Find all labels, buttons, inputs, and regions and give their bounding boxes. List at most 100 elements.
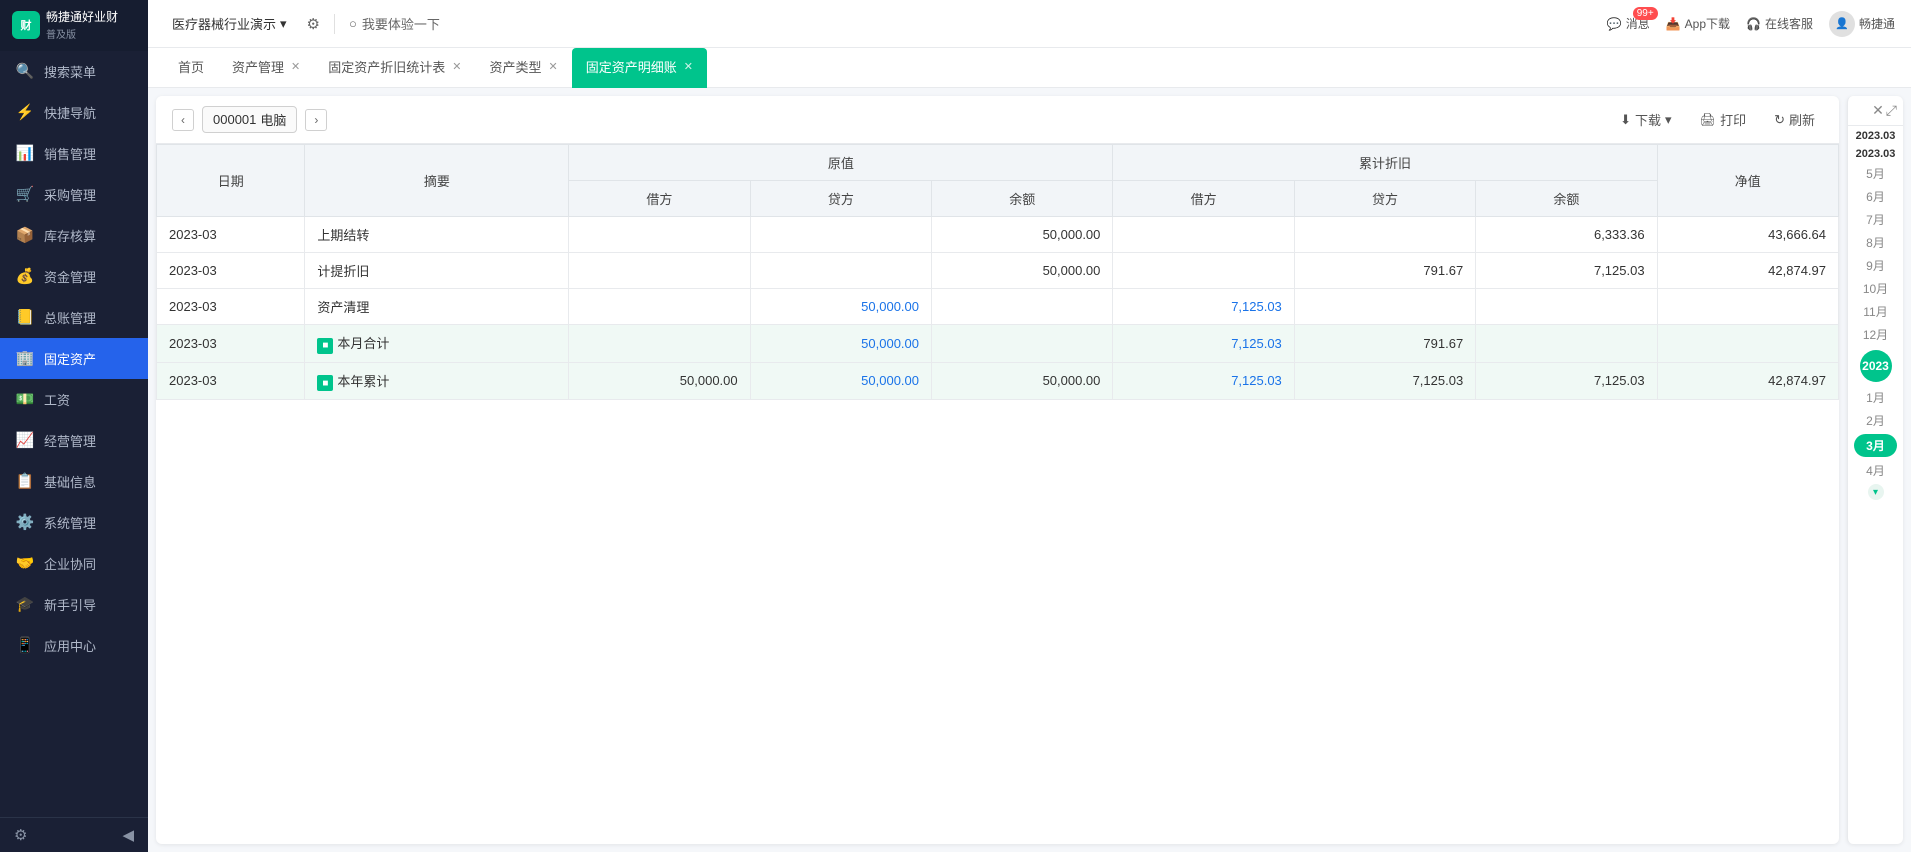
download-button[interactable]: ⬇ 下载 ▾ xyxy=(1612,106,1679,133)
table-container: 日期 摘要 原值 累计折旧 净值 借方 贷方 余额 借方 贷方 余额 xyxy=(156,144,1839,844)
sidebar-label-fixed: 固定资产 xyxy=(44,349,96,368)
cell-date: 2023-03 xyxy=(157,325,305,363)
cell-summary: ■本月合计 xyxy=(305,325,569,363)
settings-gear-icon[interactable]: ⚙ xyxy=(307,15,320,33)
next-asset-button[interactable]: › xyxy=(305,109,327,131)
tab-label-asset-detail: 固定资产明细账 xyxy=(586,57,677,76)
timeline-month-12月[interactable]: 12月 xyxy=(1848,323,1903,346)
print-button[interactable]: 🖨 打印 xyxy=(1692,106,1755,133)
capital-icon: 💰 xyxy=(16,267,34,285)
timeline-month-5月[interactable]: 5月 xyxy=(1848,162,1903,185)
sidebar-item-capital[interactable]: 💰 资金管理 xyxy=(0,256,148,297)
timeline-month-6月[interactable]: 6月 xyxy=(1848,185,1903,208)
cell-net: 42,874.97 xyxy=(1657,362,1838,400)
timeline-month-10月[interactable]: 10月 xyxy=(1848,277,1903,300)
col-balance1-header: 余额 xyxy=(932,181,1113,217)
timeline-month-after-3月[interactable]: 3月 xyxy=(1854,434,1897,457)
cell-debit2: 7,125.03 xyxy=(1113,289,1294,325)
user-profile[interactable]: 👤 畅捷通 xyxy=(1829,11,1895,37)
col-date-header: 日期 xyxy=(157,145,305,217)
download-label: 下载 xyxy=(1635,110,1661,129)
cell-credit2: 791.67 xyxy=(1294,325,1475,363)
table-row: 2023-03 上期结转 50,000.00 6,333.36 43,666.6… xyxy=(157,217,1839,253)
message-badge: 99+ xyxy=(1633,7,1658,20)
company-selector[interactable]: 医疗器械行业演示 ▾ xyxy=(164,10,295,37)
experience-button[interactable]: ○ 我要体验一下 xyxy=(349,14,440,33)
sidebar-label-search: 搜索菜单 xyxy=(44,62,96,81)
sidebar-item-inventory[interactable]: 📦 库存核算 xyxy=(0,215,148,256)
sidebar-item-purchase[interactable]: 🛒 采购管理 xyxy=(0,174,148,215)
sidebar-item-basic[interactable]: 📋 基础信息 xyxy=(0,461,148,502)
sidebar-nav: 🔍 搜索菜单 ⚡ 快捷导航 📊 销售管理 🛒 采购管理 📦 库存核算 💰 资金管… xyxy=(0,51,148,817)
sidebar-label-guide: 新手引导 xyxy=(44,595,96,614)
table-row: 2023-03 资产清理 50,000.00 7,125.03 xyxy=(157,289,1839,325)
timeline-month-11月[interactable]: 11月 xyxy=(1848,300,1903,323)
sidebar-item-apps[interactable]: 📱 应用中心 xyxy=(0,625,148,666)
timeline-month-after-2月[interactable]: 2月 xyxy=(1848,409,1903,432)
cell-balance1 xyxy=(932,325,1113,363)
sidebar-item-nav[interactable]: ⚡ 快捷导航 xyxy=(0,92,148,133)
search-icon: 🔍 xyxy=(16,62,34,80)
col-summary-header: 摘要 xyxy=(305,145,569,217)
message-button[interactable]: 💬 消息 99+ xyxy=(1607,15,1650,32)
topbar: 医疗器械行业演示 ▾ ⚙ ○ 我要体验一下 💬 消息 99+ 📥 App下载 🎧… xyxy=(148,0,1911,48)
inventory-icon: 📦 xyxy=(16,226,34,244)
cell-debit2: 7,125.03 xyxy=(1113,325,1294,363)
tab-close-asset-detail[interactable]: ✕ xyxy=(684,60,693,73)
sidebar-item-search[interactable]: 🔍 搜索菜单 xyxy=(0,51,148,92)
collab-icon: 🤝 xyxy=(16,554,34,572)
cell-balance1: 50,000.00 xyxy=(932,217,1113,253)
settings-icon[interactable]: ⚙ xyxy=(14,826,27,844)
salary-icon: 💵 xyxy=(16,390,34,408)
cell-credit1 xyxy=(750,217,931,253)
timeline-month-7月[interactable]: 7月 xyxy=(1848,208,1903,231)
cell-debit1: 50,000.00 xyxy=(569,362,750,400)
cell-credit1 xyxy=(750,253,931,289)
sidebar-label-purchase: 采购管理 xyxy=(44,185,96,204)
prev-asset-button[interactable]: ‹ xyxy=(172,109,194,131)
cell-date: 2023-03 xyxy=(157,217,305,253)
sidebar-item-fixed[interactable]: 🏢 固定资产 xyxy=(0,338,148,379)
tab-depreciation-stat[interactable]: 固定资产折旧统计表✕ xyxy=(314,48,475,88)
timeline-month-after-4月[interactable]: 4月 xyxy=(1848,459,1903,482)
tab-close-depreciation-stat[interactable]: ✕ xyxy=(452,60,461,73)
tab-asset-type[interactable]: 资产类型✕ xyxy=(475,48,571,88)
cell-date: 2023-03 xyxy=(157,289,305,325)
collapse-icon[interactable]: ◀ xyxy=(122,826,134,844)
close-panel-icon[interactable]: ✕ xyxy=(1872,102,1884,119)
cell-balance2 xyxy=(1476,289,1657,325)
sidebar-item-guide[interactable]: 🎓 新手引导 xyxy=(0,584,148,625)
fixed-icon: 🏢 xyxy=(16,349,34,367)
download-button[interactable]: 📥 App下载 xyxy=(1666,15,1730,32)
tab-close-asset-mgmt[interactable]: ✕ xyxy=(291,60,300,73)
table-row: 2023-03 计提折旧 50,000.00 791.67 7,125.03 4… xyxy=(157,253,1839,289)
timeline-header-2: 2023.03 xyxy=(1848,144,1903,162)
cell-summary: 上期结转 xyxy=(305,217,569,253)
timeline-year-2023[interactable]: 2023 xyxy=(1860,350,1892,382)
refresh-button[interactable]: ↻ 刷新 xyxy=(1766,106,1823,133)
table-row: 2023-03 ■本月合计 50,000.00 7,125.03 791.67 xyxy=(157,325,1839,363)
row-tag: ■ xyxy=(317,338,333,354)
sidebar-item-ledger[interactable]: 📒 总账管理 xyxy=(0,297,148,338)
sidebar-item-ops[interactable]: 📈 经营管理 xyxy=(0,420,148,461)
sidebar-label-collab: 企业协同 xyxy=(44,554,96,573)
experience-icon: ○ xyxy=(349,16,357,31)
sidebar-item-sales[interactable]: 📊 销售管理 xyxy=(0,133,148,174)
tab-asset-detail[interactable]: 固定资产明细账 ✕ xyxy=(572,48,707,88)
timeline-expand-button[interactable]: ▾ xyxy=(1868,484,1884,500)
timeline-month-9月[interactable]: 9月 xyxy=(1848,254,1903,277)
sidebar-label-ledger: 总账管理 xyxy=(44,308,96,327)
cell-balance1: 50,000.00 xyxy=(932,253,1113,289)
sidebar-item-collab[interactable]: 🤝 企业协同 xyxy=(0,543,148,584)
expand-panel-icon[interactable]: ⤢ xyxy=(1886,102,1897,119)
tab-close-asset-type[interactable]: ✕ xyxy=(549,60,558,73)
timeline-month-8月[interactable]: 8月 xyxy=(1848,231,1903,254)
tab-asset-mgmt[interactable]: 资产管理✕ xyxy=(218,48,314,88)
timeline-month-after-1月[interactable]: 1月 xyxy=(1848,386,1903,409)
service-button[interactable]: 🎧 在线客服 xyxy=(1746,15,1813,32)
tab-home[interactable]: 首页 xyxy=(164,48,218,88)
sidebar-item-system[interactable]: ⚙️ 系统管理 xyxy=(0,502,148,543)
asset-code: 000001 xyxy=(213,112,256,127)
sidebar-label-salary: 工资 xyxy=(44,390,70,409)
sidebar-item-salary[interactable]: 💵 工资 xyxy=(0,379,148,420)
